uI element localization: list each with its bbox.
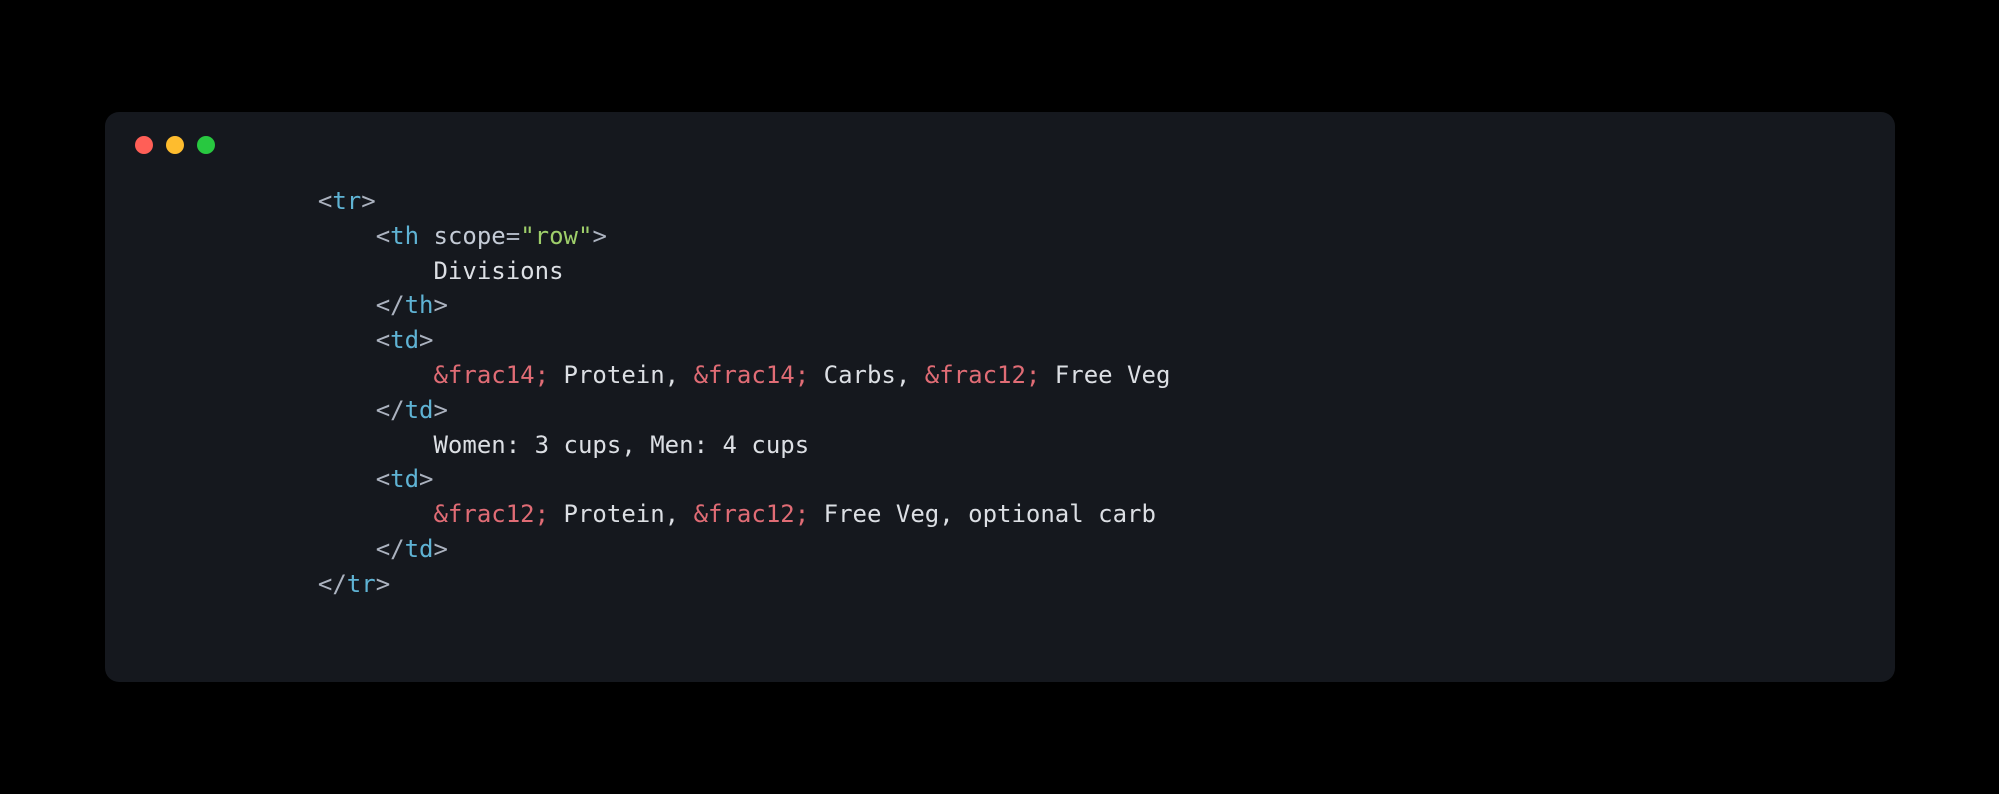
token-tag: tr xyxy=(332,187,361,215)
token-punc: </ xyxy=(376,396,405,424)
token-text: Protein, xyxy=(549,361,694,389)
zoom-icon[interactable] xyxy=(197,136,215,154)
token-tag: td xyxy=(405,535,434,563)
token-punc: < xyxy=(376,326,390,354)
token-str: "row" xyxy=(520,222,592,250)
code-line: </td> xyxy=(145,393,1855,428)
token-punc: </ xyxy=(376,291,405,319)
token-text xyxy=(419,222,433,250)
token-text: Protein, xyxy=(549,500,694,528)
code-line: &frac12; Protein, &frac12; Free Veg, opt… xyxy=(145,497,1855,532)
token-text: Women: 3 cups, Men: 4 cups xyxy=(433,431,809,459)
token-ent: &frac12; xyxy=(925,361,1041,389)
code-line: <tr> xyxy=(145,184,1855,219)
token-punc: > xyxy=(419,465,433,493)
close-icon[interactable] xyxy=(135,136,153,154)
token-punc: > xyxy=(434,535,448,563)
code-window: <tr> <th scope="row"> Divisions </th> <t… xyxy=(105,112,1895,682)
token-tag: td xyxy=(390,465,419,493)
code-block: <tr> <th scope="row"> Divisions </th> <t… xyxy=(105,164,1895,642)
code-line: </td> xyxy=(145,532,1855,567)
token-text: Free Veg xyxy=(1040,361,1170,389)
token-tag: th xyxy=(390,222,419,250)
token-text: Divisions xyxy=(433,257,563,285)
token-punc: > xyxy=(592,222,606,250)
token-attr: scope xyxy=(434,222,506,250)
token-punc: < xyxy=(376,465,390,493)
token-text: Carbs, xyxy=(809,361,925,389)
token-tag: tr xyxy=(347,570,376,598)
code-line: &frac14; Protein, &frac14; Carbs, &frac1… xyxy=(145,358,1855,393)
token-tag: th xyxy=(405,291,434,319)
token-tag: td xyxy=(390,326,419,354)
code-line: </tr> xyxy=(145,567,1855,602)
token-punc: = xyxy=(506,222,520,250)
token-tag: td xyxy=(405,396,434,424)
token-punc: </ xyxy=(318,570,347,598)
token-ent: &frac14; xyxy=(694,361,810,389)
token-punc: > xyxy=(361,187,375,215)
code-line: <td> xyxy=(145,323,1855,358)
code-line: Women: 3 cups, Men: 4 cups xyxy=(145,428,1855,463)
code-line: <th scope="row"> xyxy=(145,219,1855,254)
token-ent: &frac12; xyxy=(694,500,810,528)
token-punc: > xyxy=(376,570,390,598)
token-punc: < xyxy=(318,187,332,215)
code-line: Divisions xyxy=(145,254,1855,289)
titlebar xyxy=(105,112,1895,164)
token-punc: < xyxy=(376,222,390,250)
token-punc: > xyxy=(419,326,433,354)
token-text: Free Veg, optional carb xyxy=(809,500,1156,528)
token-punc: > xyxy=(434,291,448,319)
token-punc: </ xyxy=(376,535,405,563)
code-line: </th> xyxy=(145,288,1855,323)
token-punc: > xyxy=(434,396,448,424)
token-ent: &frac14; xyxy=(433,361,549,389)
token-ent: &frac12; xyxy=(433,500,549,528)
minimize-icon[interactable] xyxy=(166,136,184,154)
code-line: <td> xyxy=(145,462,1855,497)
